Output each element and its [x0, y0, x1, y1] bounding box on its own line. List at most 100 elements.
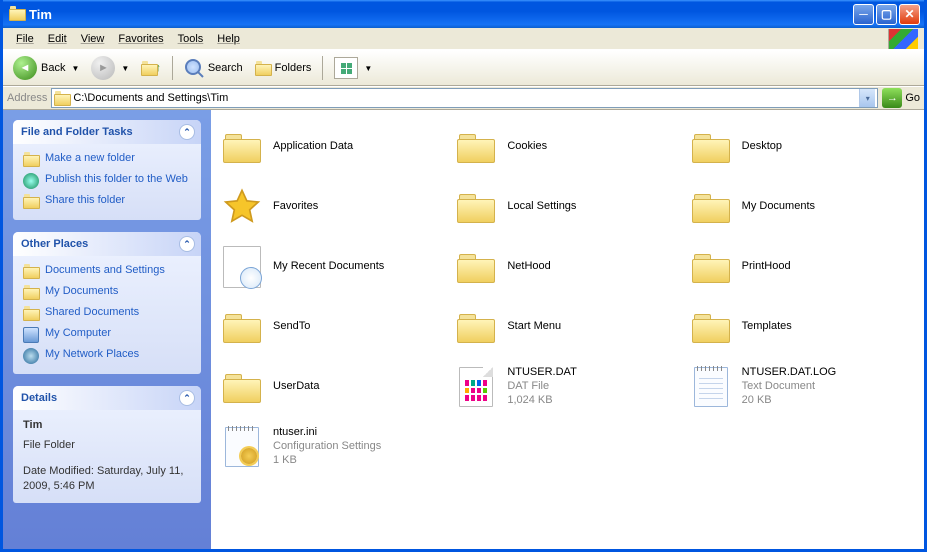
address-folder-icon: [54, 91, 70, 105]
share-folder-icon: [23, 194, 39, 210]
item-name: SendTo: [273, 320, 310, 334]
up-button[interactable]: ↑: [137, 59, 165, 77]
place-my-documents[interactable]: My Documents: [23, 285, 191, 301]
back-button[interactable]: ◄ Back ▼: [9, 54, 83, 82]
forward-arrow-icon: ►: [91, 56, 115, 80]
file-item[interactable]: Desktop: [688, 122, 916, 172]
task-publish[interactable]: Publish this folder to the Web: [23, 173, 191, 189]
titlebar[interactable]: Tim ─ ▢ ✕: [3, 0, 924, 28]
go-button[interactable]: → Go: [882, 88, 920, 108]
folders-label: Folders: [275, 62, 312, 74]
view-button[interactable]: ▼: [330, 55, 376, 81]
file-item[interactable]: Cookies: [453, 122, 681, 172]
folder-icon: [221, 126, 263, 168]
menu-help[interactable]: Help: [210, 31, 247, 47]
folder-icon: [221, 306, 263, 348]
file-item[interactable]: Favorites: [219, 182, 447, 232]
file-item[interactable]: Local Settings: [453, 182, 681, 232]
menu-tools[interactable]: Tools: [171, 31, 211, 47]
menu-view[interactable]: View: [74, 31, 112, 47]
forward-dropdown-icon[interactable]: ▼: [121, 64, 129, 73]
file-item[interactable]: My Recent Documents: [219, 242, 447, 292]
collapse-icon[interactable]: ⌃: [179, 390, 195, 406]
star-icon: [221, 186, 263, 228]
file-item[interactable]: Templates: [688, 302, 916, 352]
panel-file-tasks: File and Folder Tasks ⌃ Make a new folde…: [13, 120, 201, 220]
file-item[interactable]: UserData: [219, 362, 447, 412]
menu-favorites[interactable]: Favorites: [111, 31, 170, 47]
minimize-button[interactable]: ─: [853, 4, 874, 25]
search-button[interactable]: Search: [180, 56, 247, 80]
task-new-folder[interactable]: Make a new folder: [23, 152, 191, 168]
item-name: My Recent Documents: [273, 260, 384, 274]
collapse-icon[interactable]: ⌃: [179, 236, 195, 252]
folder-icon: [455, 306, 497, 348]
go-label: Go: [905, 92, 920, 104]
folder-icon: [221, 366, 263, 408]
menu-file[interactable]: File: [9, 31, 41, 47]
place-network[interactable]: My Network Places: [23, 348, 191, 364]
file-item[interactable]: My Documents: [688, 182, 916, 232]
item-name: ntuser.ini: [273, 426, 381, 440]
panel-file-tasks-header[interactable]: File and Folder Tasks ⌃: [13, 120, 201, 144]
folders-button[interactable]: Folders: [251, 59, 316, 77]
search-label: Search: [208, 62, 243, 74]
item-name: Favorites: [273, 200, 318, 214]
folder-icon: [455, 126, 497, 168]
forward-button[interactable]: ► ▼: [87, 54, 133, 82]
item-name: NTUSER.DAT: [507, 366, 576, 380]
maximize-button[interactable]: ▢: [876, 4, 897, 25]
addressbar: Address C:\Documents and Settings\Tim ▾ …: [3, 86, 924, 110]
menu-edit[interactable]: Edit: [41, 31, 74, 47]
panel-details-header[interactable]: Details ⌃: [13, 386, 201, 410]
text-file-icon: [690, 366, 732, 408]
file-item[interactable]: NetHood: [453, 242, 681, 292]
up-folder-icon: [141, 61, 157, 75]
item-name: My Documents: [742, 200, 815, 214]
view-mode-icon: [334, 57, 358, 79]
folder-icon: [455, 186, 497, 228]
file-item[interactable]: NTUSER.DATDAT File1,024 KB: [453, 362, 681, 412]
item-type: Text Document: [742, 380, 837, 394]
item-name: NetHood: [507, 260, 550, 274]
file-item[interactable]: Application Data: [219, 122, 447, 172]
task-share[interactable]: Share this folder: [23, 194, 191, 210]
place-my-computer[interactable]: My Computer: [23, 327, 191, 343]
place-shared-documents[interactable]: Shared Documents: [23, 306, 191, 322]
ini-file-icon: [221, 426, 263, 468]
details-kind: File Folder: [23, 438, 191, 453]
computer-icon: [23, 327, 39, 343]
folder-icon: [690, 126, 732, 168]
window-title: Tim: [29, 7, 52, 22]
item-type: Configuration Settings: [273, 440, 381, 454]
folder-icon: [23, 306, 39, 322]
content-area: File and Folder Tasks ⌃ Make a new folde…: [3, 110, 924, 549]
item-name: Application Data: [273, 140, 353, 154]
item-name: Templates: [742, 320, 792, 334]
item-name: Cookies: [507, 140, 547, 154]
file-item[interactable]: PrintHood: [688, 242, 916, 292]
file-item[interactable]: Start Menu: [453, 302, 681, 352]
address-dropdown-icon[interactable]: ▾: [859, 89, 875, 107]
file-list[interactable]: Application Data Cookies Desktop Favorites L…: [211, 110, 924, 549]
folder-icon: [455, 246, 497, 288]
panel-details: Details ⌃ Tim File Folder Date Modified:…: [13, 386, 201, 503]
file-item[interactable]: ntuser.iniConfiguration Settings1 KB: [219, 422, 447, 472]
folder-icon: [690, 186, 732, 228]
file-item[interactable]: NTUSER.DAT.LOGText Document20 KB: [688, 362, 916, 412]
item-size: 1 KB: [273, 454, 381, 468]
back-dropdown-icon[interactable]: ▼: [71, 64, 79, 73]
folder-icon: [690, 246, 732, 288]
address-input[interactable]: C:\Documents and Settings\Tim ▾: [51, 88, 878, 108]
item-name: PrintHood: [742, 260, 791, 274]
panel-other-places-header[interactable]: Other Places ⌃: [13, 232, 201, 256]
close-button[interactable]: ✕: [899, 4, 920, 25]
view-dropdown-icon[interactable]: ▼: [364, 64, 372, 73]
file-item[interactable]: SendTo: [219, 302, 447, 352]
task-pane: File and Folder Tasks ⌃ Make a new folde…: [3, 110, 211, 549]
details-name: Tim: [23, 418, 191, 433]
item-name: Desktop: [742, 140, 782, 154]
collapse-icon[interactable]: ⌃: [179, 124, 195, 140]
place-docs-settings[interactable]: Documents and Settings: [23, 264, 191, 280]
panel-other-places: Other Places ⌃ Documents and Settings My…: [13, 232, 201, 374]
